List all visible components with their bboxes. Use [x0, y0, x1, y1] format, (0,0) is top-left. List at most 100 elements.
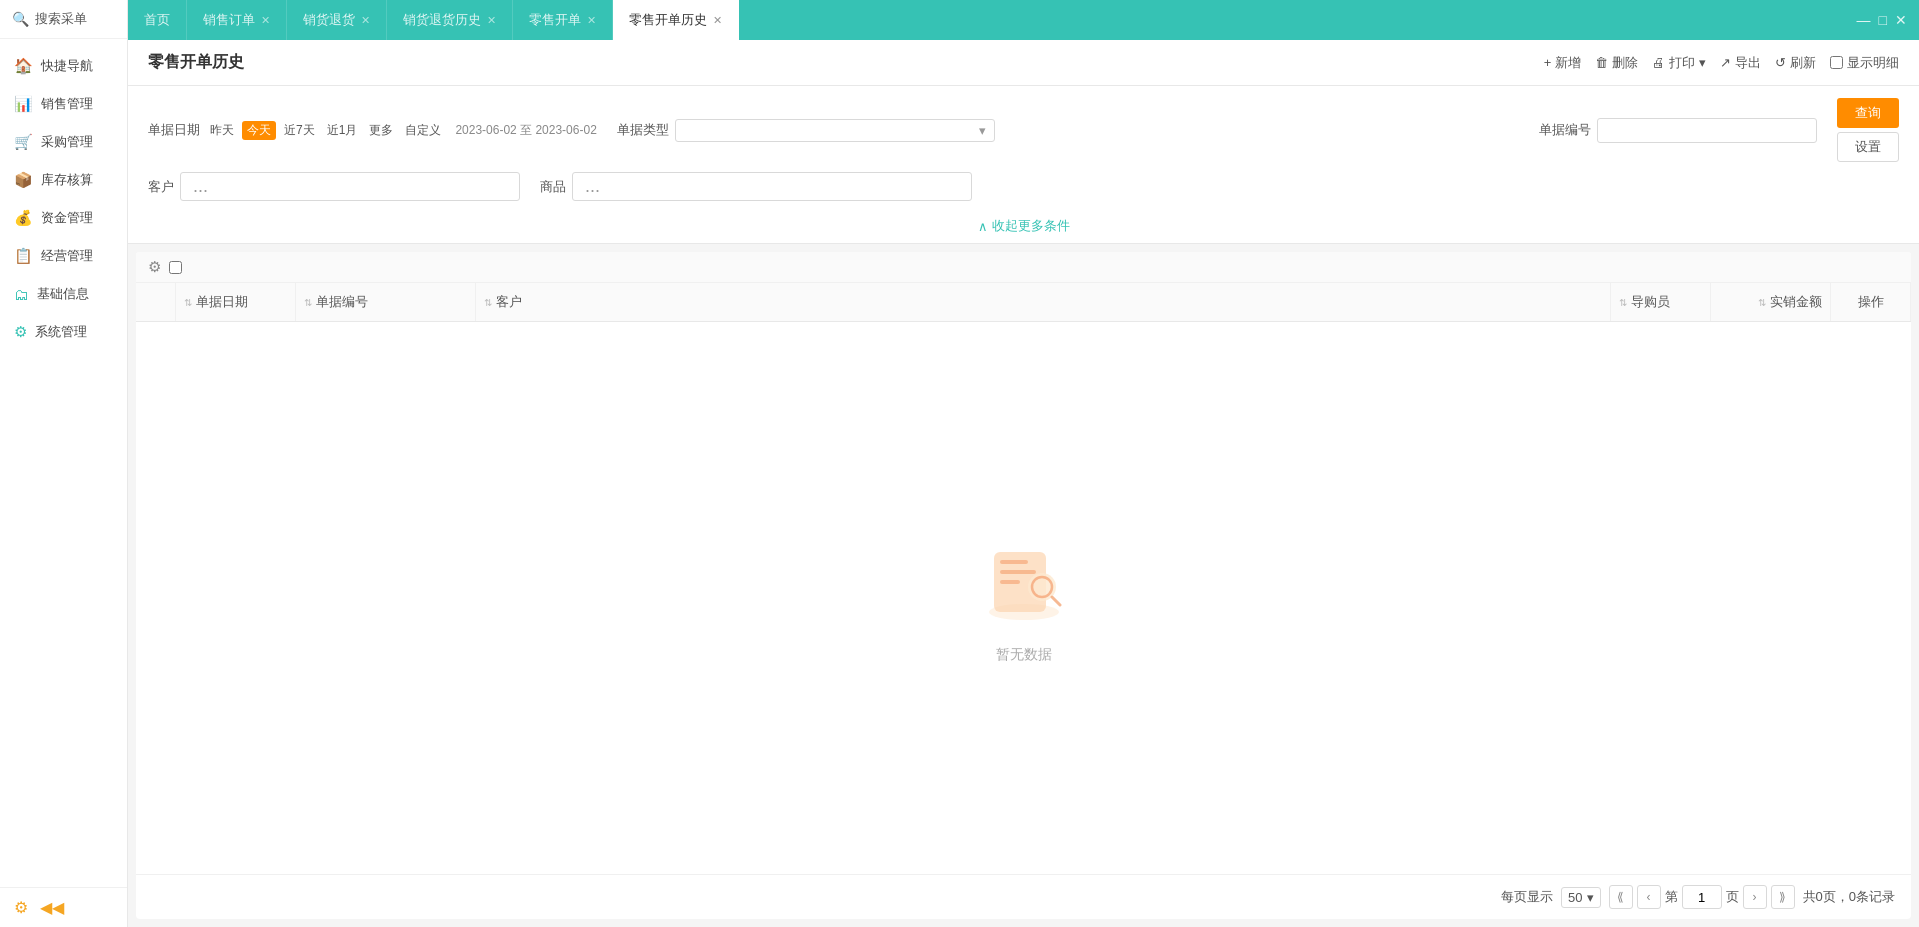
goods-filter: 商品 ...	[540, 172, 1899, 201]
th-num[interactable]: ⇅ 单据编号	[296, 283, 476, 321]
page-suffix: 页	[1726, 888, 1739, 906]
goods-select[interactable]: ...	[572, 172, 972, 201]
th-date-label: 单据日期	[196, 293, 248, 311]
sidebar-item-label: 系统管理	[35, 323, 87, 341]
query-button[interactable]: 查询	[1837, 98, 1899, 128]
add-label: + 新增	[1544, 54, 1581, 72]
table-header: ⇅ 单据日期 ⇅ 单据编号 ⇅ 客户 ⇅ 导购员 ⇅ 实销金额	[136, 283, 1911, 322]
close-icon[interactable]: ✕	[261, 14, 270, 27]
num-input[interactable]	[1597, 118, 1817, 143]
per-page-label: 每页显示	[1501, 888, 1553, 906]
tab-home[interactable]: 首页	[128, 0, 187, 40]
sidebar-item-label: 销售管理	[41, 95, 93, 113]
sort-icon: ⇅	[484, 297, 492, 308]
table-toolbar: ⚙	[136, 252, 1911, 283]
customer-select[interactable]: ...	[180, 172, 520, 201]
sidebar-item-sys-mgmt[interactable]: ⚙ 系统管理	[0, 313, 127, 351]
shortcut-more[interactable]: 更多	[365, 121, 397, 140]
table-container: ⚙ ⇅ 单据日期 ⇅ 单据编号 ⇅ 客户 ⇅	[136, 252, 1911, 919]
total-info: 共0页，0条记录	[1803, 888, 1895, 906]
query-actions: 查询 设置	[1837, 98, 1899, 162]
tab-sales-return-history-label: 销货退货历史	[403, 11, 481, 29]
shortcut-7days[interactable]: 近7天	[280, 121, 319, 140]
shortcut-custom[interactable]: 自定义	[401, 121, 445, 140]
sidebar-search[interactable]: 🔍 搜索采单	[0, 0, 127, 39]
sidebar-item-inventory[interactable]: 📦 库存核算	[0, 161, 127, 199]
sidebar-item-finance[interactable]: 💰 资金管理	[0, 199, 127, 237]
th-customer[interactable]: ⇅ 客户	[476, 283, 1611, 321]
th-op: 操作	[1831, 283, 1911, 321]
close-icon[interactable]: ✕	[713, 14, 722, 27]
sidebar-item-basic-info[interactable]: 🗂 基础信息	[0, 275, 127, 313]
sidebar-item-quick-nav[interactable]: 🏠 快捷导航	[0, 47, 127, 85]
th-date[interactable]: ⇅ 单据日期	[176, 283, 296, 321]
customer-more-icon[interactable]: ...	[193, 176, 208, 197]
close-window-button[interactable]: ✕	[1895, 12, 1907, 28]
sidebar-item-purchase-mgmt[interactable]: 🛒 采购管理	[0, 123, 127, 161]
last-page-button[interactable]: ⟫	[1771, 885, 1795, 909]
close-icon[interactable]: ✕	[487, 14, 496, 27]
tab-retail-open-label: 零售开单	[529, 11, 581, 29]
th-amount-label: 实销金额	[1770, 293, 1822, 311]
date-range: 2023-06-02 至 2023-06-02	[455, 122, 596, 139]
tab-sales-return-label: 销货退货	[303, 11, 355, 29]
collapse-sidebar-icon[interactable]: ◀◀	[40, 898, 64, 917]
tab-retail-open[interactable]: 零售开单 ✕	[513, 0, 613, 40]
export-label: 导出	[1735, 54, 1761, 72]
shortcut-today[interactable]: 今天	[242, 121, 276, 140]
th-checkbox	[136, 283, 176, 321]
type-filter: 单据类型 ▾	[617, 119, 1519, 142]
tab-sales-return-history[interactable]: 销货退货历史 ✕	[387, 0, 513, 40]
tab-sales-return[interactable]: 销货退货 ✕	[287, 0, 387, 40]
gear-icon: ⚙	[14, 323, 27, 341]
delete-button[interactable]: 🗑 删除	[1595, 54, 1638, 72]
sidebar-item-label: 基础信息	[37, 285, 89, 303]
th-guide[interactable]: ⇅ 导购员	[1611, 283, 1711, 321]
export-button[interactable]: ↗ 导出	[1720, 54, 1761, 72]
minimize-button[interactable]: —	[1857, 12, 1871, 28]
prev-page-button[interactable]: ‹	[1637, 885, 1661, 909]
table-setting-icon[interactable]: ⚙	[148, 258, 161, 276]
maximize-button[interactable]: □	[1879, 12, 1887, 28]
toolbar: + 新增 🗑 删除 🖨 打印 ▾ ↗ 导出 ↺ 刷新	[1544, 54, 1899, 72]
page-num-input[interactable]	[1682, 885, 1722, 909]
window-controls: — □ ✕	[1845, 0, 1919, 40]
sidebar-item-sales-mgmt[interactable]: 📊 销售管理	[0, 85, 127, 123]
tab-sales-order[interactable]: 销售订单 ✕	[187, 0, 287, 40]
shortcut-yesterday[interactable]: 昨天	[206, 121, 238, 140]
tab-retail-history[interactable]: 零售开单历史 ✕	[613, 0, 739, 40]
refresh-button[interactable]: ↺ 刷新	[1775, 54, 1816, 72]
close-icon[interactable]: ✕	[587, 14, 596, 27]
delete-icon: 🗑	[1595, 55, 1608, 70]
type-select[interactable]: ▾	[675, 119, 995, 142]
add-button[interactable]: + 新增	[1544, 54, 1581, 72]
show-detail-checkbox[interactable]	[1830, 56, 1843, 69]
page-title: 零售开单历史	[148, 52, 244, 73]
empty-illustration	[974, 532, 1074, 632]
shortcut-1month[interactable]: 近1月	[323, 121, 362, 140]
clipboard-icon: 📋	[14, 247, 33, 265]
collapse-more-btn[interactable]: ∧ 收起更多条件	[148, 211, 1899, 243]
th-amount[interactable]: ⇅ 实销金额	[1711, 283, 1831, 321]
goods-more-icon[interactable]: ...	[585, 176, 600, 197]
sort-icon: ⇅	[1619, 297, 1627, 308]
sidebar-menu: 🏠 快捷导航 📊 销售管理 🛒 采购管理 📦 库存核算 💰 资金管理 📋 经营管…	[0, 39, 127, 887]
first-page-button[interactable]: ⟪	[1609, 885, 1633, 909]
search-icon: 🔍	[12, 11, 29, 27]
sidebar-item-label: 快捷导航	[41, 57, 93, 75]
sidebar-item-operation[interactable]: 📋 经营管理	[0, 237, 127, 275]
filter-row-2: 客户 ... 商品 ...	[148, 172, 1899, 201]
select-all-checkbox[interactable]	[169, 261, 182, 274]
page-header: 零售开单历史 + 新增 🗑 删除 🖨 打印 ▾ ↗ 导出	[128, 40, 1919, 86]
page-nav: ⟪ ‹ 第 页 › ⟫	[1609, 885, 1795, 909]
show-detail-btn[interactable]: 显示明细	[1830, 54, 1899, 72]
setting-button[interactable]: 设置	[1837, 132, 1899, 162]
per-page-select[interactable]: 50 ▾	[1561, 887, 1600, 908]
num-label: 单据编号	[1539, 121, 1591, 139]
show-detail-label: 显示明细	[1847, 54, 1899, 72]
close-icon[interactable]: ✕	[361, 14, 370, 27]
print-button[interactable]: 🖨 打印 ▾	[1652, 54, 1706, 72]
next-page-button[interactable]: ›	[1743, 885, 1767, 909]
settings-icon[interactable]: ⚙	[14, 898, 28, 917]
svg-rect-4	[1000, 580, 1020, 584]
